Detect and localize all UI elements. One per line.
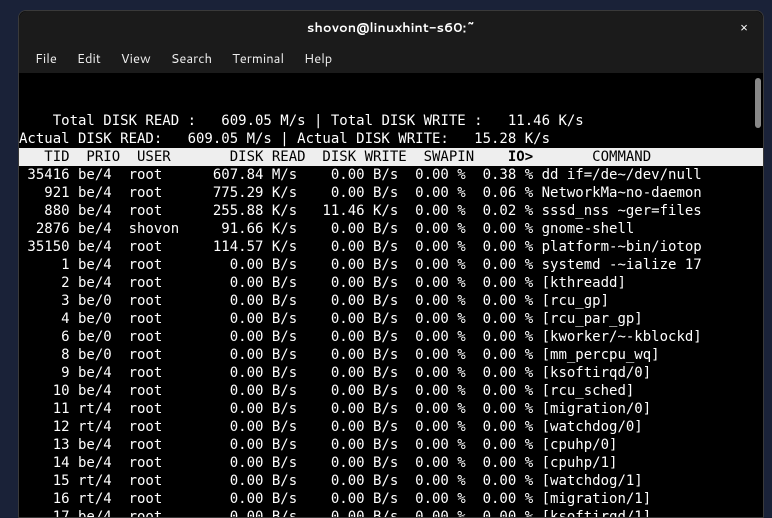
- process-row: 9 be/4 root 0.00 B/s 0.00 B/s 0.00 % 0.0…: [19, 364, 763, 382]
- menu-terminal[interactable]: Terminal: [222, 46, 294, 72]
- process-row: 3 be/0 root 0.00 B/s 0.00 B/s 0.00 % 0.0…: [19, 292, 763, 310]
- terminal-output[interactable]: Total DISK READ : 609.05 M/s | Total DIS…: [19, 74, 763, 517]
- process-row: 921 be/4 root 775.29 K/s 0.00 B/s 0.00 %…: [19, 184, 763, 202]
- process-row: 16 rt/4 root 0.00 B/s 0.00 B/s 0.00 % 0.…: [19, 490, 763, 508]
- window-title: shovon@linuxhint-s60:~: [307, 19, 475, 37]
- menu-file[interactable]: File: [25, 46, 67, 72]
- menubar: File Edit View Search Terminal Help: [19, 45, 763, 74]
- menu-search[interactable]: Search: [161, 46, 222, 72]
- process-row: 10 be/4 root 0.00 B/s 0.00 B/s 0.00 % 0.…: [19, 382, 763, 400]
- process-row: 35150 be/4 root 114.57 K/s 0.00 B/s 0.00…: [19, 238, 763, 256]
- menu-help[interactable]: Help: [294, 46, 342, 72]
- terminal-window: shovon@linuxhint-s60:~ × File Edit View …: [18, 10, 764, 518]
- process-row: 2 be/4 root 0.00 B/s 0.00 B/s 0.00 % 0.0…: [19, 274, 763, 292]
- close-icon[interactable]: ×: [735, 19, 753, 37]
- process-row: 12 rt/4 root 0.00 B/s 0.00 B/s 0.00 % 0.…: [19, 418, 763, 436]
- process-row: 17 be/4 root 0.00 B/s 0.00 B/s 0.00 % 0.…: [19, 508, 763, 517]
- summary-line-1: Total DISK READ : 609.05 M/s | Total DIS…: [53, 113, 584, 129]
- menu-view[interactable]: View: [111, 46, 161, 72]
- process-row: 2876 be/4 shovon 91.66 K/s 0.00 B/s 0.00…: [19, 220, 763, 238]
- process-row: 880 be/4 root 255.88 K/s 11.46 K/s 0.00 …: [19, 202, 763, 220]
- process-row: 14 be/4 root 0.00 B/s 0.00 B/s 0.00 % 0.…: [19, 454, 763, 472]
- process-row: 13 be/4 root 0.00 B/s 0.00 B/s 0.00 % 0.…: [19, 436, 763, 454]
- menu-edit[interactable]: Edit: [67, 46, 111, 72]
- process-row: 1 be/4 root 0.00 B/s 0.00 B/s 0.00 % 0.0…: [19, 256, 763, 274]
- titlebar[interactable]: shovon@linuxhint-s60:~ ×: [19, 11, 763, 45]
- process-row: 6 be/0 root 0.00 B/s 0.00 B/s 0.00 % 0.0…: [19, 328, 763, 346]
- scrollbar-thumb[interactable]: [755, 78, 761, 128]
- column-header: TID PRIO USER DISK READ DISK WRITE SWAPI…: [19, 148, 763, 166]
- summary-line-2: Actual DISK READ: 609.05 M/s | Actual DI…: [19, 131, 550, 147]
- process-row: 35416 be/4 root 607.84 M/s 0.00 B/s 0.00…: [19, 166, 763, 184]
- process-row: 8 be/0 root 0.00 B/s 0.00 B/s 0.00 % 0.0…: [19, 346, 763, 364]
- process-row: 15 rt/4 root 0.00 B/s 0.00 B/s 0.00 % 0.…: [19, 472, 763, 490]
- process-row: 4 be/0 root 0.00 B/s 0.00 B/s 0.00 % 0.0…: [19, 310, 763, 328]
- process-row: 11 rt/4 root 0.00 B/s 0.00 B/s 0.00 % 0.…: [19, 400, 763, 418]
